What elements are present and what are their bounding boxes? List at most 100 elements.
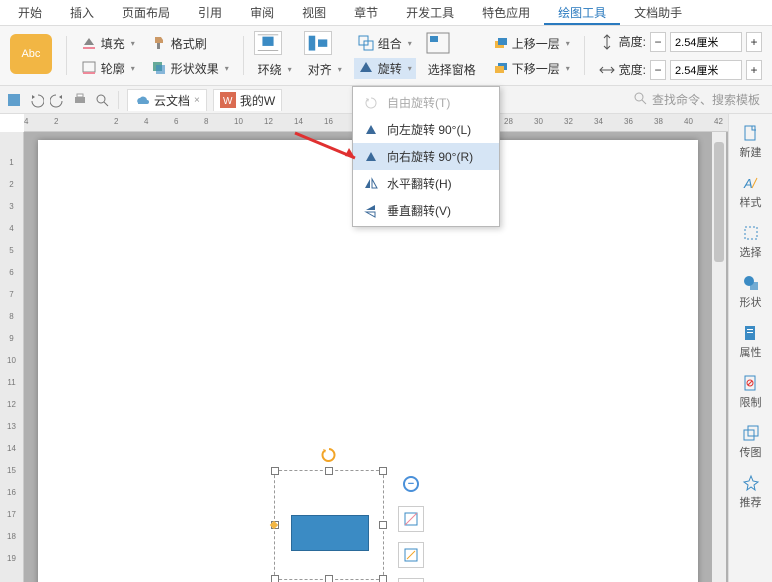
shape-icon (742, 274, 760, 292)
limit-icon (742, 374, 760, 392)
outline-icon (81, 60, 97, 76)
close-icon[interactable]: × (194, 95, 200, 106)
handle-tr[interactable] (379, 467, 387, 475)
recommend-icon (742, 474, 760, 492)
handle-tl[interactable] (271, 467, 279, 475)
move-down-icon (492, 60, 508, 76)
move-down-button[interactable]: 下移一层 (488, 58, 574, 79)
align-button[interactable]: 对齐 (304, 59, 346, 80)
handle-t[interactable] (325, 467, 333, 475)
height-minus[interactable]: − (650, 32, 666, 52)
sp-select[interactable]: 选择 (740, 224, 762, 260)
tab-special[interactable]: 特色应用 (468, 0, 544, 25)
height-row: 高度: − + (595, 30, 766, 54)
height-icon (599, 34, 615, 50)
fill-button[interactable]: 填充 (77, 33, 139, 54)
handle-r[interactable] (379, 521, 387, 529)
sp-recommend[interactable]: 推荐 (740, 474, 762, 510)
width-input[interactable] (670, 60, 742, 80)
cloud-icon (134, 92, 150, 108)
move-up-icon (492, 35, 508, 51)
ribbon: Abc 填充 轮廓 格式刷 形状效果 环绕 对齐 组合 旋转 选择窗格 上移一层… (0, 26, 772, 86)
tab-drawing-tools[interactable]: 绘图工具 (544, 0, 620, 25)
fb-effect-button[interactable] (398, 578, 424, 582)
menu-flip-h[interactable]: 水平翻转(H) (353, 170, 499, 197)
shape-selection[interactable] (274, 470, 384, 580)
rectangle-shape[interactable] (291, 515, 369, 551)
sp-limit[interactable]: 限制 (740, 374, 762, 410)
ribbon-tabs: 开始 插入 页面布局 引用 审阅 视图 章节 开发工具 特色应用 绘图工具 文档… (0, 0, 772, 26)
upload-image-icon (742, 424, 760, 442)
tab-start[interactable]: 开始 (4, 0, 56, 25)
handle-br[interactable] (379, 575, 387, 582)
right-side-panel: 新建 A样式 选择 形状 属性 限制 传图 推荐 (728, 114, 772, 582)
effect-icon (151, 60, 167, 76)
handle-b[interactable] (325, 575, 333, 582)
menu-rotate-left[interactable]: 向左旋转 90°(L) (353, 116, 499, 143)
align-preview-icon (304, 31, 332, 55)
tab-chapter[interactable]: 章节 (340, 0, 392, 25)
menu-rotate-right[interactable]: 向右旋转 90°(R) (353, 143, 499, 170)
rotate-icon (358, 60, 374, 76)
format-painter-button[interactable]: 格式刷 (147, 33, 233, 54)
vertical-ruler: 12345678910111213141516171819 (0, 132, 24, 582)
shape-style-preview[interactable]: Abc (10, 34, 52, 74)
sp-shape[interactable]: 形状 (740, 274, 762, 310)
tab-doc-helper[interactable]: 文档助手 (620, 0, 696, 25)
tab-dev[interactable]: 开发工具 (392, 0, 468, 25)
rotate-button[interactable]: 旋转 (354, 58, 416, 79)
tab-review[interactable]: 审阅 (236, 0, 288, 25)
cloud-doc-tab[interactable]: 云文档 × (127, 89, 207, 111)
height-input[interactable] (670, 32, 742, 52)
selection-pane-button[interactable]: 选择窗格 (424, 59, 480, 80)
svg-text:A: A (743, 176, 753, 191)
free-rotate-icon (363, 95, 379, 111)
vertical-scrollbar[interactable] (712, 132, 726, 582)
tab-insert[interactable]: 插入 (56, 0, 108, 25)
move-up-button[interactable]: 上移一层 (488, 33, 574, 54)
height-plus[interactable]: + (746, 32, 762, 52)
wrap-preview-icon (254, 31, 282, 55)
width-icon (599, 62, 615, 78)
collapse-button[interactable]: − (403, 476, 419, 492)
width-plus[interactable]: + (746, 60, 762, 80)
menu-free-rotate: 自由旋转(T) (353, 89, 499, 116)
search-icon (633, 91, 649, 107)
sp-style[interactable]: A样式 (740, 174, 762, 210)
tab-reference[interactable]: 引用 (184, 0, 236, 25)
preview-icon[interactable] (94, 92, 110, 108)
menu-flip-v[interactable]: 垂直翻转(V) (353, 197, 499, 224)
scrollbar-thumb[interactable] (714, 142, 724, 262)
sp-chuantu[interactable]: 传图 (740, 424, 762, 460)
undo-icon[interactable] (28, 92, 44, 108)
handle-bl[interactable] (271, 575, 279, 582)
search-input[interactable]: 查找命令、搜索模板 (627, 91, 766, 108)
group-icon (358, 35, 374, 51)
select-icon (742, 224, 760, 242)
sp-property[interactable]: 属性 (740, 324, 762, 360)
floating-toolbar: − (398, 476, 424, 582)
new-doc-icon (742, 124, 760, 142)
fill-icon (81, 35, 97, 51)
print-icon[interactable] (72, 92, 88, 108)
group-button[interactable]: 组合 (354, 33, 416, 54)
wps-icon: W (220, 92, 236, 108)
style-icon: A (742, 174, 760, 192)
wrap-button[interactable]: 环绕 (254, 59, 296, 80)
tab-view[interactable]: 视图 (288, 0, 340, 25)
sp-new[interactable]: 新建 (740, 124, 762, 160)
fb-fill-button[interactable] (398, 506, 424, 532)
width-minus[interactable]: − (650, 60, 666, 80)
redo-icon[interactable] (50, 92, 66, 108)
fb-outline-button[interactable] (398, 542, 424, 568)
svg-text:W: W (223, 96, 233, 107)
my-doc-tab[interactable]: W 我的W (213, 89, 282, 111)
rotate-handle[interactable] (321, 447, 337, 463)
tab-layout[interactable]: 页面布局 (108, 0, 184, 25)
save-icon[interactable] (6, 92, 22, 108)
brush-icon (151, 35, 167, 51)
width-row: 宽度: − + (595, 58, 766, 82)
flip-h-icon (363, 176, 379, 192)
outline-button[interactable]: 轮廓 (77, 58, 139, 79)
shape-effect-button[interactable]: 形状效果 (147, 58, 233, 79)
